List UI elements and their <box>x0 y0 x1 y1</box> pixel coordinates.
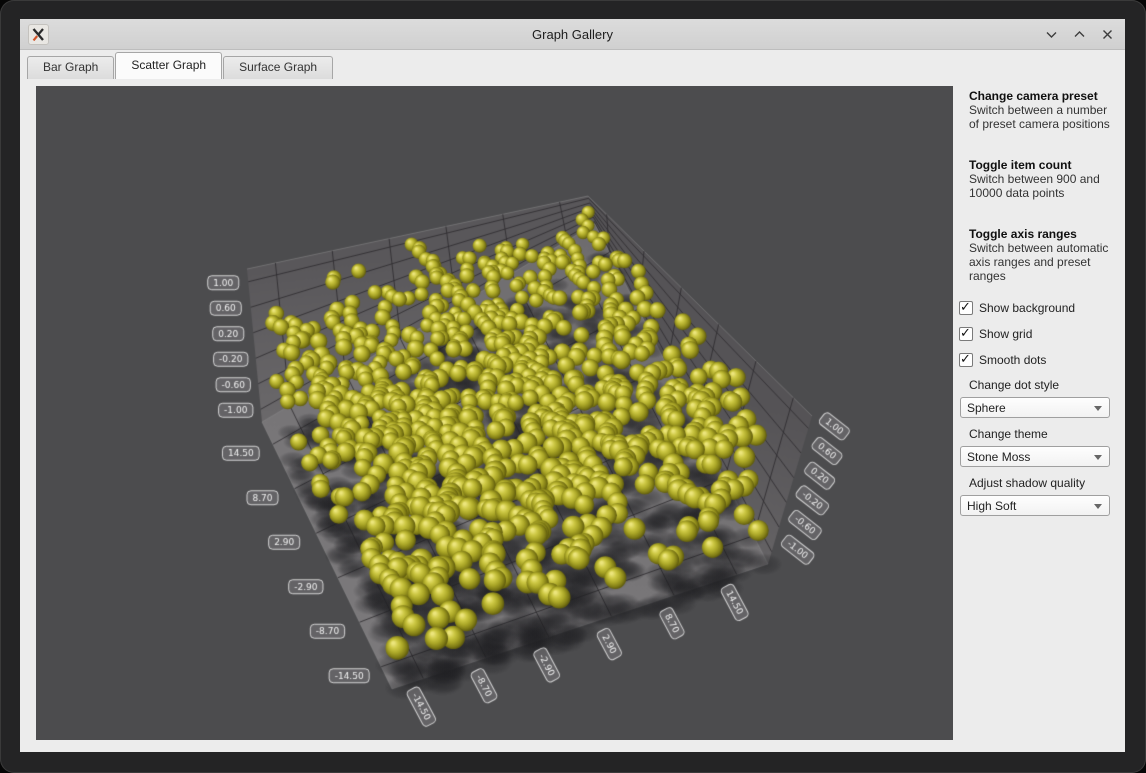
shadow-quality-dropdown[interactable]: High Soft <box>960 495 1110 516</box>
close-icon <box>1102 29 1112 39</box>
window-title: Graph Gallery <box>532 26 613 42</box>
window-controls <box>1043 19 1115 49</box>
dropdown-arrow-icon <box>1094 406 1102 411</box>
chevron-down-icon <box>1046 31 1056 38</box>
section-description: Switch between a number of preset camera… <box>969 103 1110 131</box>
show-grid-checkbox[interactable]: ✓ Show grid <box>959 325 1119 342</box>
axis-ranges-section: Toggle axis ranges Switch between automa… <box>969 227 1119 283</box>
tab-bar: Bar Graph Scatter Graph Surface Graph <box>27 52 334 79</box>
tab-bar-graph[interactable]: Bar Graph <box>27 56 115 79</box>
dropdown-arrow-icon <box>1094 504 1102 509</box>
section-description: Switch between 900 and 10000 data points <box>969 172 1100 200</box>
camera-preset-section: Change camera preset Switch between a nu… <box>969 89 1119 131</box>
dropdown-value: Sphere <box>967 400 1006 415</box>
dot-style-label: Change dot style <box>969 378 1060 392</box>
check-icon: ✓ <box>960 351 971 366</box>
section-heading: Toggle axis ranges <box>969 227 1077 241</box>
section-heading: Change camera preset <box>969 89 1098 103</box>
chevron-up-icon <box>1074 30 1084 37</box>
section-description: Switch between automatic axis ranges and… <box>969 241 1109 283</box>
item-count-section: Toggle item count Switch between 900 and… <box>969 158 1119 200</box>
show-background-checkbox[interactable]: ✓ Show background <box>959 299 1119 316</box>
shadow-quality-label: Adjust shadow quality <box>969 476 1086 490</box>
maximize-button[interactable] <box>1071 26 1087 42</box>
dot-style-dropdown[interactable]: Sphere <box>960 397 1110 418</box>
theme-group: Change theme Stone Moss <box>960 427 1119 467</box>
section-heading: Toggle item count <box>969 158 1072 172</box>
checkbox-box: ✓ <box>959 325 973 341</box>
tab-surface-graph[interactable]: Surface Graph <box>223 56 334 79</box>
dropdown-arrow-icon <box>1094 455 1102 460</box>
tab-scatter-graph[interactable]: Scatter Graph <box>115 52 223 79</box>
checkbox-box: ✓ <box>959 299 973 315</box>
checkbox-box: ✓ <box>959 351 973 367</box>
checkbox-label: Show grid <box>979 327 1033 341</box>
smooth-dots-checkbox[interactable]: ✓ Smooth dots <box>959 351 1119 368</box>
minimize-button[interactable] <box>1043 26 1059 42</box>
checkbox-label: Smooth dots <box>979 353 1047 367</box>
scatter-3d-chart[interactable] <box>36 86 953 740</box>
dropdown-value: Stone Moss <box>967 449 1031 464</box>
theme-dropdown[interactable]: Stone Moss <box>960 446 1110 467</box>
dot-style-group: Change dot style Sphere <box>960 378 1119 418</box>
window-content: Bar Graph Scatter Graph Surface Graph Ch… <box>20 50 1125 752</box>
scatter-chart-container <box>36 86 953 740</box>
check-icon: ✓ <box>960 299 971 314</box>
checkbox-label: Show background <box>979 301 1076 315</box>
dropdown-value: High Soft <box>967 498 1017 513</box>
scatter-tab-page: Change camera preset Switch between a nu… <box>20 79 1125 752</box>
window-frame: Graph Gallery Bar Graph Scatter Graph Su… <box>0 0 1146 773</box>
close-button[interactable] <box>1099 26 1115 42</box>
shadow-quality-group: Adjust shadow quality High Soft <box>960 476 1119 516</box>
check-icon: ✓ <box>960 325 971 340</box>
titlebar: Graph Gallery <box>20 19 1125 50</box>
control-panel: Change camera preset Switch between a nu… <box>953 79 1125 752</box>
theme-label: Change theme <box>969 427 1048 441</box>
